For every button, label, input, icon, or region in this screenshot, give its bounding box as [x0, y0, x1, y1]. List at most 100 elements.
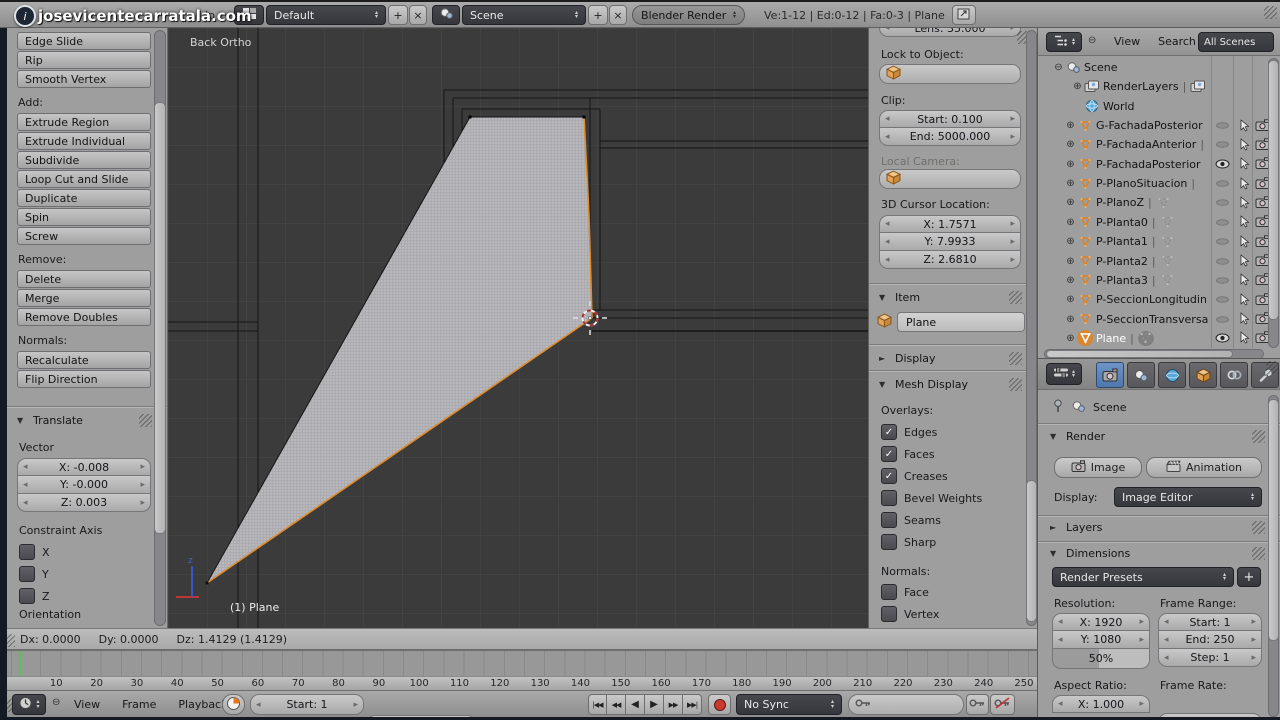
visibility-eye-icon[interactable]	[1214, 234, 1231, 248]
delete-scene-button[interactable]: ×	[609, 5, 627, 25]
panel-grip[interactable]	[1252, 521, 1265, 534]
item-name-field[interactable]: Plane	[897, 312, 1025, 332]
tool-shelf-scrollbar-thumb[interactable]	[154, 102, 166, 534]
checkbox-icon[interactable]	[881, 512, 897, 528]
frame-range-field-start[interactable]: Start: 1	[1158, 613, 1262, 631]
jump-end-button[interactable]: ▶▶|	[683, 694, 702, 715]
cursor-field-y[interactable]: Y: 7.9933	[879, 233, 1021, 251]
add-layout-button[interactable]: +	[388, 5, 408, 25]
panel-grip[interactable]	[1009, 291, 1022, 304]
outliner-row-p-planoz[interactable]: P-PlanoZ|	[1038, 193, 1280, 212]
delete-layout-button[interactable]: ×	[409, 5, 427, 25]
expander-icon[interactable]	[1064, 178, 1077, 189]
checkbox-icon[interactable]	[881, 446, 897, 462]
jump-start-button[interactable]: |◀◀	[588, 694, 607, 715]
corner-grip[interactable]	[1266, 361, 1279, 374]
window-duplicate-button[interactable]	[952, 5, 976, 25]
render-presets-select[interactable]: Render Presets	[1052, 567, 1234, 587]
selectability-cursor-icon[interactable]	[1236, 195, 1253, 209]
pin-icon[interactable]	[1052, 399, 1064, 416]
checkbox-icon[interactable]	[881, 584, 897, 600]
timeline-ruler[interactable]: 10 20 30 40 50 60 70 80 90 100 110 120 130 140 150 160 1…	[0, 676, 1037, 690]
check-faces[interactable]: Faces	[881, 443, 1021, 465]
selectability-cursor-icon[interactable]	[1236, 176, 1253, 190]
checkbox-icon[interactable]	[881, 490, 897, 506]
visibility-eye-icon[interactable]	[1214, 176, 1231, 190]
tool-button-edge-slide[interactable]: Edge Slide	[17, 32, 151, 50]
translate-panel-header[interactable]: Translate	[17, 414, 83, 427]
expander-icon[interactable]	[1064, 314, 1077, 325]
tool-button-duplicate[interactable]: Duplicate	[17, 189, 151, 207]
expander-icon[interactable]	[1064, 197, 1077, 208]
checkbox-icon[interactable]	[881, 424, 897, 440]
collapse-menus-icon[interactable]: ⊖	[52, 697, 60, 708]
selectability-cursor-icon[interactable]	[1236, 118, 1253, 132]
tab-render[interactable]	[1096, 362, 1124, 388]
tab-scene[interactable]	[1127, 362, 1155, 388]
menu-view[interactable]: View	[74, 698, 100, 711]
checkbox-icon[interactable]	[881, 606, 897, 622]
selectability-cursor-icon[interactable]	[1236, 312, 1253, 326]
layers-panel-header[interactable]: Layers	[1050, 521, 1102, 534]
visibility-eye-icon[interactable]	[1214, 292, 1231, 306]
checkbox-icon[interactable]	[881, 468, 897, 484]
timeline-track[interactable]	[0, 650, 1037, 677]
check-bevel-weights[interactable]: Bevel Weights	[881, 487, 1021, 509]
outliner-row-world[interactable]: World	[1038, 97, 1280, 116]
corner-grip[interactable]	[1264, 6, 1277, 19]
outliner-row-scene[interactable]: Scene	[1038, 58, 1280, 77]
visibility-eye-icon[interactable]	[1214, 331, 1231, 345]
tool-button-smooth-vertex[interactable]: Smooth Vertex	[17, 70, 151, 88]
scene-select[interactable]: Scene	[462, 5, 586, 25]
outliner-row-p-planta3[interactable]: P-Planta3|	[1038, 271, 1280, 290]
record-button[interactable]	[708, 694, 731, 715]
vector-field-z[interactable]: Z: 0.003	[17, 494, 151, 512]
frame-range-field-step[interactable]: Step: 1	[1158, 649, 1262, 667]
tool-button-extrude-individual[interactable]: Extrude Individual	[17, 132, 151, 150]
constraint-axis-x[interactable]: X	[19, 541, 139, 563]
aspect-x-field[interactable]: X: 1.000	[1052, 695, 1150, 713]
outliner-row-p-seccionlongitudin[interactable]: P-SeccionLongitudin	[1038, 290, 1280, 309]
check-edges[interactable]: Edges	[881, 421, 1021, 443]
visibility-eye-icon[interactable]	[1214, 215, 1231, 229]
visibility-eye-icon[interactable]	[1214, 137, 1231, 151]
outliner-row-p-secciontransversa[interactable]: P-SeccionTransversa	[1038, 310, 1280, 329]
play-button[interactable]: ▶	[645, 694, 664, 715]
properties-scrollbar-thumb[interactable]	[1268, 399, 1279, 641]
time-cursor-button[interactable]	[222, 694, 245, 715]
selectability-cursor-icon[interactable]	[1236, 215, 1253, 229]
tab-constraints[interactable]	[1220, 362, 1248, 388]
selectability-cursor-icon[interactable]	[1236, 254, 1253, 268]
playhead[interactable]	[19, 651, 21, 677]
tool-button-subdivide[interactable]: Subdivide	[17, 151, 151, 169]
outliner-row-p-planta2[interactable]: P-Planta2|	[1038, 252, 1280, 271]
visibility-eye-icon[interactable]	[1214, 312, 1231, 326]
outliner-row-p-planosituacion[interactable]: P-PlanoSituacion|	[1038, 174, 1280, 193]
selectability-cursor-icon[interactable]	[1236, 331, 1253, 345]
constraint-axis-z[interactable]: Z	[19, 585, 139, 607]
lens-field[interactable]: Lens: 35.000	[879, 28, 1021, 37]
render-engine-select[interactable]: Blender Render	[632, 5, 745, 25]
next-keyframe-button[interactable]: ▶▶	[664, 694, 683, 715]
expander-icon[interactable]	[1064, 120, 1077, 131]
visibility-eye-icon[interactable]	[1214, 195, 1231, 209]
frame-range-field-end[interactable]: End: 250	[1158, 631, 1262, 649]
expander-icon[interactable]	[1071, 81, 1084, 92]
selectability-cursor-icon[interactable]	[1236, 292, 1253, 306]
outliner-v-scrollbar-thumb[interactable]	[1268, 60, 1279, 320]
check-seams[interactable]: Seams	[881, 509, 1021, 531]
viewport-3d[interactable]: z Back Ortho (1) Plane	[168, 28, 868, 628]
check-face[interactable]: Face	[881, 581, 1021, 603]
expander-icon[interactable]	[1064, 333, 1077, 344]
scene-browse-button[interactable]	[432, 5, 460, 25]
frame-start-field[interactable]: Start: 1	[250, 694, 364, 715]
resolution-field-x-1920[interactable]: X: 1920	[1052, 613, 1150, 631]
tool-button-rip[interactable]: Rip	[17, 51, 151, 69]
selectability-cursor-icon[interactable]	[1236, 234, 1253, 248]
outliner-row-p-fachadaposterior[interactable]: P-FachadaPosterior	[1038, 155, 1280, 174]
cursor-field-z[interactable]: Z: 2.6810	[879, 251, 1021, 269]
expander-icon[interactable]	[1064, 275, 1077, 286]
check-sharp[interactable]: Sharp	[881, 531, 1021, 553]
visibility-eye-icon[interactable]	[1214, 273, 1231, 287]
outliner-row-renderlayers[interactable]: RenderLayers|	[1038, 77, 1280, 96]
